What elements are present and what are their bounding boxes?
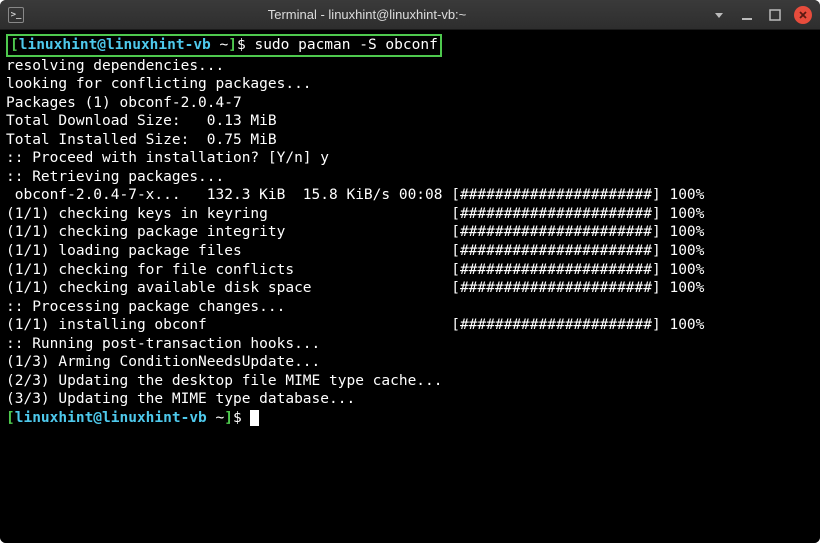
output-line: (1/3) Arming ConditionNeedsUpdate... bbox=[6, 353, 814, 372]
maximize-button[interactable] bbox=[766, 6, 784, 24]
output-line: :: Processing package changes... bbox=[6, 298, 814, 317]
window-controls bbox=[710, 6, 812, 24]
output-line: (2/3) Updating the desktop file MIME typ… bbox=[6, 372, 814, 391]
path: ~ bbox=[207, 410, 224, 426]
output-line: Total Download Size: 0.13 MiB bbox=[6, 112, 814, 131]
prompt-symbol: $ bbox=[233, 410, 250, 426]
command-text: sudo pacman -S obconf bbox=[254, 37, 437, 53]
bracket: [ bbox=[6, 410, 15, 426]
prompt-line-2: [linuxhint@linuxhint-vb ~]$ bbox=[6, 409, 814, 428]
window-title: Terminal - linuxhint@linuxhint-vb:~ bbox=[24, 7, 710, 22]
output-line: (1/1) checking for file conflicts [#####… bbox=[6, 261, 814, 280]
path: ~ bbox=[211, 37, 228, 53]
output-line: :: Proceed with installation? [Y/n] y bbox=[6, 149, 814, 168]
output-line: (1/1) loading package files [###########… bbox=[6, 242, 814, 261]
terminal-content[interactable]: [linuxhint@linuxhint-vb ~]$ sudo pacman … bbox=[0, 30, 820, 543]
prompt-symbol: $ bbox=[237, 37, 254, 53]
output-line: obconf-2.0.4-7-x... 132.3 KiB 15.8 KiB/s… bbox=[6, 186, 814, 205]
output-line: :: Retrieving packages... bbox=[6, 168, 814, 187]
output-line: :: Running post-transaction hooks... bbox=[6, 335, 814, 354]
user-host: linuxhint@linuxhint-vb bbox=[15, 410, 207, 426]
output-line: looking for conflicting packages... bbox=[6, 75, 814, 94]
output-line: (1/1) checking available disk space [###… bbox=[6, 279, 814, 298]
output-line: (3/3) Updating the MIME type database... bbox=[6, 390, 814, 409]
cursor bbox=[250, 410, 259, 426]
output-line: Packages (1) obconf-2.0.4-7 bbox=[6, 94, 814, 113]
minimize-button[interactable] bbox=[738, 6, 756, 24]
close-button[interactable] bbox=[794, 6, 812, 24]
prompt-line-1: [linuxhint@linuxhint-vb ~]$ sudo pacman … bbox=[6, 34, 814, 57]
output-line: Total Installed Size: 0.75 MiB bbox=[6, 131, 814, 150]
bracket: [ bbox=[10, 37, 19, 53]
output-line: (1/1) checking keys in keyring [########… bbox=[6, 205, 814, 224]
bracket: ] bbox=[228, 37, 237, 53]
terminal-window: >_ Terminal - linuxhint@linuxhint-vb:~ [… bbox=[0, 0, 820, 543]
menu-button[interactable] bbox=[710, 6, 728, 24]
bracket: ] bbox=[224, 410, 233, 426]
output-line: (1/1) checking package integrity [######… bbox=[6, 223, 814, 242]
titlebar[interactable]: >_ Terminal - linuxhint@linuxhint-vb:~ bbox=[0, 0, 820, 30]
output-line: resolving dependencies... bbox=[6, 57, 814, 76]
user-host: linuxhint@linuxhint-vb bbox=[19, 37, 211, 53]
output-line: (1/1) installing obconf [###############… bbox=[6, 316, 814, 335]
terminal-icon: >_ bbox=[8, 7, 24, 23]
